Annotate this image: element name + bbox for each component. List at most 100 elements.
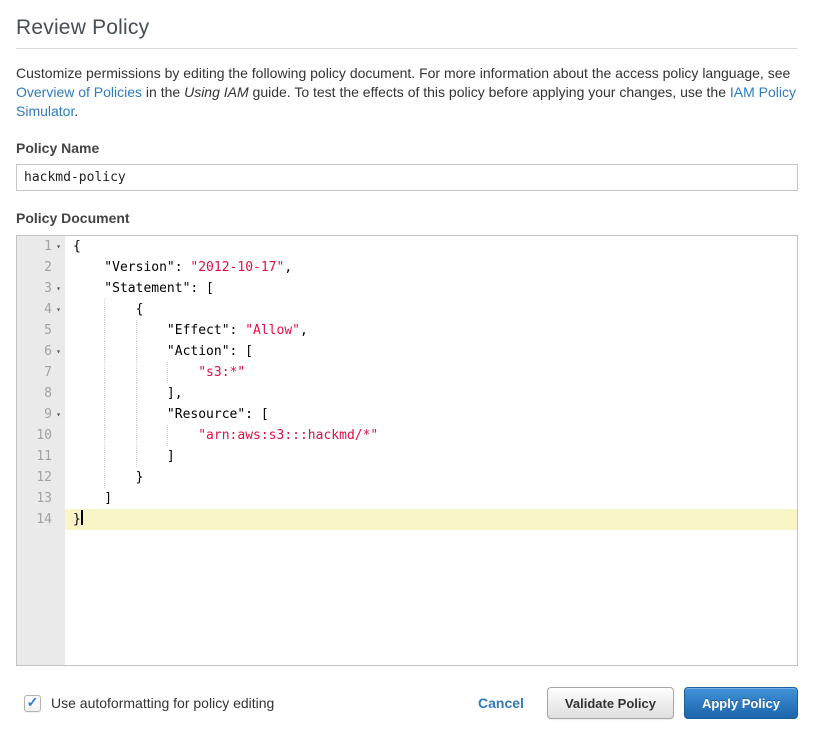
code-plain-token: "Action": [ [73, 344, 253, 359]
code-text[interactable]: { [65, 236, 797, 257]
policy-name-label: Policy Name [16, 140, 798, 156]
line-number: 5 [17, 320, 52, 341]
validate-policy-button[interactable]: Validate Policy [547, 687, 674, 719]
code-string-token: "Allow" [245, 323, 300, 338]
code-plain-token: ] [73, 449, 175, 464]
text-cursor [81, 510, 83, 525]
code-line-6: 6▾ "Action": [ [17, 341, 797, 362]
autoformat-checkbox[interactable]: ✓ [24, 695, 41, 712]
fold-caret-placeholder [52, 257, 65, 278]
code-text[interactable]: ] [65, 446, 797, 467]
code-line-12: 12 } [17, 467, 797, 488]
indent-guide [136, 320, 137, 341]
indent-guide [167, 425, 168, 446]
footer-actions: Cancel Validate Policy Apply Policy [478, 687, 798, 719]
policy-document-label: Policy Document [16, 210, 798, 226]
code-text[interactable]: "s3:*" [65, 362, 797, 383]
fold-caret-placeholder [52, 362, 65, 383]
indent-guide [104, 446, 105, 467]
code-text[interactable]: "arn:aws:s3:::hackmd/*" [65, 425, 797, 446]
overview-of-policies-link[interactable]: Overview of Policies [16, 84, 142, 100]
fold-caret-icon[interactable]: ▾ [52, 236, 65, 257]
indent-guide [104, 362, 105, 383]
checkmark-icon: ✓ [27, 695, 39, 709]
code-text[interactable]: "Version": "2012-10-17", [65, 257, 797, 278]
code-text[interactable]: ], [65, 383, 797, 404]
code-text[interactable]: "Effect": "Allow", [65, 320, 797, 341]
footer-bar: ✓ Use autoformatting for policy editing … [16, 687, 798, 719]
line-number-cell: 6▾ [17, 341, 65, 362]
code-plain-token: , [300, 323, 308, 338]
code-line-3: 3▾ "Statement": [ [17, 278, 797, 299]
line-number-cell: 7 [17, 362, 65, 383]
code-line-4: 4▾ { [17, 299, 797, 320]
line-number: 1 [17, 236, 52, 257]
code-text[interactable]: "Action": [ [65, 341, 797, 362]
fold-caret-icon[interactable]: ▾ [52, 299, 65, 320]
code-text[interactable]: ] [65, 488, 797, 509]
code-line-10: 10 "arn:aws:s3:::hackmd/*" [17, 425, 797, 446]
indent-guide [136, 425, 137, 446]
code-text[interactable]: } [65, 467, 797, 488]
policy-name-input[interactable] [16, 164, 798, 191]
code-line-11: 11 ] [17, 446, 797, 467]
page-title: Review Policy [16, 16, 798, 40]
indent-guide [136, 362, 137, 383]
code-line-14: 14} [17, 509, 797, 530]
cancel-link[interactable]: Cancel [478, 695, 524, 711]
apply-policy-button[interactable]: Apply Policy [684, 687, 798, 719]
using-iam-guide-name: Using IAM [184, 84, 249, 100]
indent-guide [104, 467, 105, 488]
code-text[interactable]: { [65, 299, 797, 320]
line-number: 3 [17, 278, 52, 299]
code-plain-token: "Statement": [ [73, 281, 214, 296]
fold-caret-placeholder [52, 320, 65, 341]
code-text[interactable]: } [65, 509, 797, 530]
policy-document-editor[interactable]: 1▾{2 "Version": "2012-10-17",3▾ "Stateme… [16, 235, 798, 666]
code-plain-token: { [73, 239, 81, 254]
intro-text-3: guide. To test the effects of this polic… [249, 84, 730, 100]
fold-caret-icon[interactable]: ▾ [52, 404, 65, 425]
code-line-9: 9▾ "Resource": [ [17, 404, 797, 425]
code-text[interactable]: "Statement": [ [65, 278, 797, 299]
code-plain-token: "Effect": [73, 323, 245, 338]
code-plain-token: ], [73, 386, 183, 401]
indent-guide [104, 404, 105, 425]
code-line-8: 8 ], [17, 383, 797, 404]
code-text[interactable]: "Resource": [ [65, 404, 797, 425]
fold-caret-icon[interactable]: ▾ [52, 278, 65, 299]
fold-caret-icon[interactable]: ▾ [52, 341, 65, 362]
line-number-cell: 1▾ [17, 236, 65, 257]
code-string-token: "s3:*" [198, 365, 245, 380]
fold-caret-placeholder [52, 446, 65, 467]
line-number-cell: 2 [17, 257, 65, 278]
intro-text-1: Customize permissions by editing the fol… [16, 65, 790, 81]
intro-text-4: . [74, 103, 78, 119]
line-number-cell: 5 [17, 320, 65, 341]
fold-caret-placeholder [52, 467, 65, 488]
line-number: 9 [17, 404, 52, 425]
indent-guide [104, 383, 105, 404]
title-divider [16, 48, 798, 49]
code-plain-token: } [73, 512, 81, 527]
indent-guide [136, 446, 137, 467]
intro-paragraph: Customize permissions by editing the fol… [16, 64, 798, 121]
indent-guide [136, 404, 137, 425]
indent-guide [136, 383, 137, 404]
line-number: 2 [17, 257, 52, 278]
code-plain-token: ] [73, 491, 112, 506]
line-number-cell: 11 [17, 446, 65, 467]
indent-guide [104, 320, 105, 341]
code-plain-token: "Resource": [ [73, 407, 269, 422]
code-line-7: 7 "s3:*" [17, 362, 797, 383]
fold-caret-placeholder [52, 383, 65, 404]
fold-caret-placeholder [52, 488, 65, 509]
fold-caret-placeholder [52, 509, 65, 530]
line-number-cell: 4▾ [17, 299, 65, 320]
line-number: 8 [17, 383, 52, 404]
review-policy-page: Review Policy Customize permissions by e… [0, 16, 814, 719]
line-number-cell: 14 [17, 509, 65, 530]
indent-guide [104, 299, 105, 320]
line-number-cell: 3▾ [17, 278, 65, 299]
code-plain-token: "Version": [73, 260, 190, 275]
